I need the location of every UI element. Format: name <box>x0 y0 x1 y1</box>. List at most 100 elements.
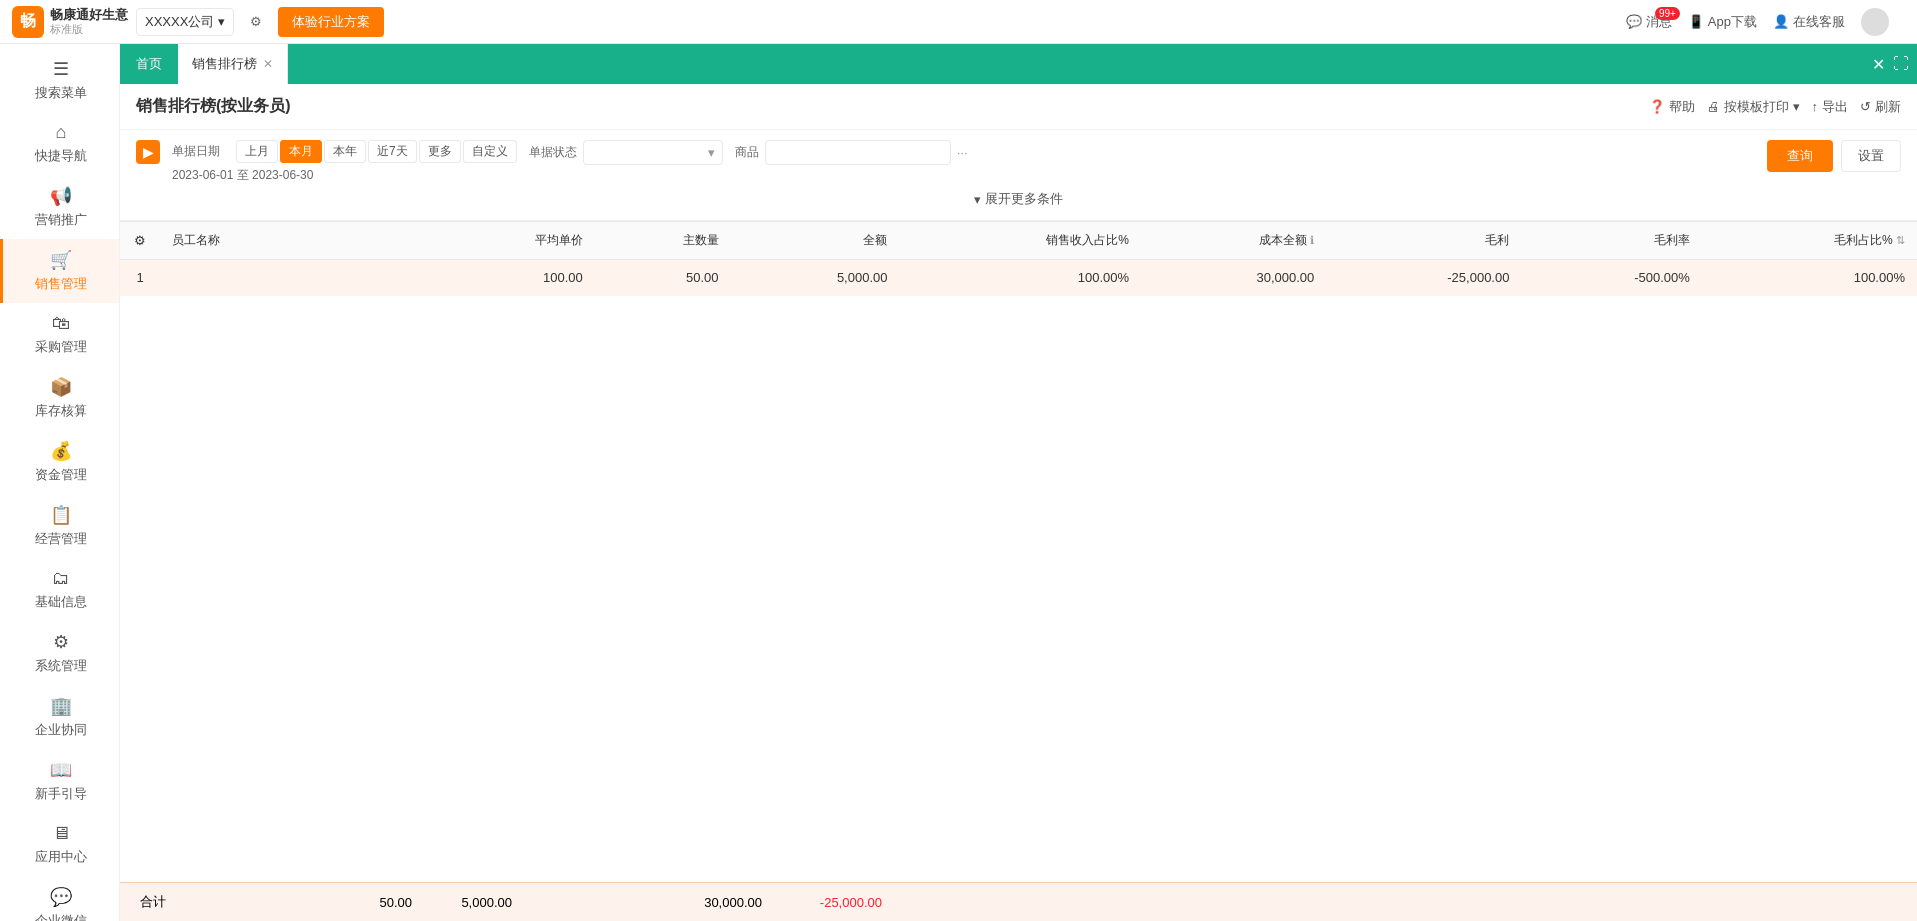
th-sales-pct: 销售收入占比% <box>899 222 1141 260</box>
page-title: 销售排行榜(按业务员) <box>136 96 291 117</box>
sidebar-label-operations: 经营管理 <box>35 530 87 548</box>
tab-home[interactable]: 首页 <box>120 44 178 84</box>
tab-close-icon[interactable]: ✕ <box>263 57 273 71</box>
data-table: ⚙ 员工名称 平均单价 主数量 全额 销售收入占比% 成本全额 ℹ 毛利 毛利率… <box>120 221 1917 296</box>
sidebar-item-sales[interactable]: 🛒 销售管理 <box>0 239 119 303</box>
date-label: 单据日期 <box>172 143 220 160</box>
cell-avg-price: 100.00 <box>432 260 595 296</box>
logo-text: 畅康通好生意 标准版 <box>50 7 128 36</box>
expand-arrow-icon: ▾ <box>974 192 981 207</box>
expand-more-button[interactable]: ▾ 展开更多条件 <box>136 184 1901 210</box>
company-selector[interactable]: XXXXX公司 ▾ <box>136 8 234 36</box>
export-button[interactable]: ↑ 导出 <box>1812 98 1849 116</box>
date-btn-7days[interactable]: 近7天 <box>368 140 417 163</box>
sidebar-label-enterprise: 企业协同 <box>35 721 87 739</box>
profit-sort-icon[interactable]: ⇅ <box>1896 234 1905 246</box>
sidebar-item-operations[interactable]: 📋 经营管理 <box>0 494 119 558</box>
sidebar-item-guide[interactable]: 📖 新手引导 <box>0 749 119 813</box>
settings-button[interactable]: 设置 <box>1841 140 1901 172</box>
system-icon: ⚙ <box>53 631 69 653</box>
table-header-row: ⚙ 员工名称 平均单价 主数量 全额 销售收入占比% 成本全额 ℹ 毛利 毛利率… <box>120 222 1917 260</box>
date-btn-last-month[interactable]: 上月 <box>236 140 278 163</box>
message-icon: 💬 <box>1626 14 1642 29</box>
expand-more-label: 展开更多条件 <box>985 190 1063 208</box>
basic-info-icon: 🗂 <box>52 568 70 589</box>
help-label: 帮助 <box>1669 98 1695 116</box>
marketing-icon: 📢 <box>50 185 72 207</box>
sidebar-item-wechat[interactable]: 💬 企业微信 <box>0 876 119 921</box>
help-icon: ❓ <box>1649 99 1665 114</box>
tab-fullscreen-icon[interactable]: ⛶ <box>1893 55 1909 73</box>
tab-sales-ranking[interactable]: 销售排行榜 ✕ <box>178 44 288 84</box>
refresh-button[interactable]: ↺ 刷新 <box>1860 98 1901 116</box>
total-label: 合计 <box>132 893 332 911</box>
goods-input[interactable] <box>765 140 951 165</box>
sidebar-label-basic-info: 基础信息 <box>35 593 87 611</box>
top-bar: 畅 畅康通好生意 标准版 XXXXX公司 ▾ ⚙ 体验行业方案 💬 消息 99+… <box>0 0 1917 44</box>
filter-toggle-icon[interactable]: ▶ <box>136 140 160 164</box>
sidebar-item-marketing[interactable]: 📢 营销推广 <box>0 175 119 239</box>
main-layout: ☰ 搜索菜单 ⌂ 快捷导航 📢 营销推广 🛒 销售管理 🛍 采购管理 📦 库存核… <box>0 44 1917 921</box>
sidebar-label-wechat: 企业微信 <box>35 912 87 921</box>
status-label: 单据状态 <box>529 144 577 161</box>
try-industry-button[interactable]: 体验行业方案 <box>278 7 384 37</box>
message-badge: 99+ <box>1655 7 1680 20</box>
operations-icon: 📋 <box>50 504 72 526</box>
sidebar-item-system[interactable]: ⚙ 系统管理 <box>0 621 119 685</box>
cell-qty: 50.00 <box>595 260 731 296</box>
sidebar-item-app-center[interactable]: 🖥 应用中心 <box>0 813 119 876</box>
table-footer: 合计 50.00 5,000.00 30,000.00 -25,000.00 <box>120 882 1917 921</box>
filter-right-actions: 查询 设置 <box>1767 140 1901 172</box>
table-settings-icon[interactable]: ⚙ <box>134 233 146 248</box>
tab-bar-right: ✕ ⛶ <box>1872 55 1917 74</box>
status-select[interactable] <box>583 140 723 165</box>
date-btn-this-year[interactable]: 本年 <box>324 140 366 163</box>
table-body: 1 100.00 50.00 5,000.00 100.00% 30,000.0… <box>120 260 1917 296</box>
tab-close-window-icon[interactable]: ✕ <box>1872 55 1885 74</box>
inventory-icon: 📦 <box>50 376 72 398</box>
sidebar-label-guide: 新手引导 <box>35 785 87 803</box>
logo-area: 畅 畅康通好生意 标准版 <box>12 6 128 38</box>
sidebar-item-search-order[interactable]: ☰ 搜索菜单 <box>0 48 119 112</box>
settings-icon[interactable]: ⚙ <box>242 8 270 36</box>
print-icon: 🖨 <box>1707 99 1720 114</box>
sidebar-label-sales: 销售管理 <box>35 275 87 293</box>
sidebar-item-finance[interactable]: 💰 资金管理 <box>0 430 119 494</box>
app-center-icon: 🖥 <box>52 823 70 844</box>
th-margin: 毛利率 <box>1521 222 1701 260</box>
goods-more-icon[interactable]: ··· <box>957 145 968 160</box>
th-amount: 全额 <box>731 222 900 260</box>
th-name: 员工名称 <box>160 222 432 260</box>
print-button[interactable]: 🖨 按模板打印 ▾ <box>1707 98 1800 116</box>
app-download-button[interactable]: 📱 App下载 <box>1688 13 1757 31</box>
cell-rank: 1 <box>120 260 160 296</box>
top-bar-left: 畅 畅康通好生意 标准版 XXXXX公司 ▾ ⚙ 体验行业方案 <box>12 6 384 38</box>
cell-profit-pct: 100.00% <box>1702 260 1917 296</box>
sidebar-item-inventory[interactable]: 📦 库存核算 <box>0 366 119 430</box>
cost-info-icon[interactable]: ℹ <box>1310 234 1314 246</box>
sidebar-item-basic-info[interactable]: 🗂 基础信息 <box>0 558 119 621</box>
sidebar-label-quick-nav: 快捷导航 <box>35 147 87 165</box>
sidebar-item-enterprise[interactable]: 🏢 企业协同 <box>0 685 119 749</box>
date-btn-this-month[interactable]: 本月 <box>280 140 322 163</box>
date-btn-group: 上月 本月 本年 近7天 更多 自定义 <box>236 140 517 163</box>
online-service-button[interactable]: 👤 在线客服 <box>1773 13 1845 31</box>
print-arrow-icon: ▾ <box>1793 99 1800 114</box>
avatar[interactable] <box>1861 8 1889 36</box>
sidebar-item-quick-nav[interactable]: ⌂ 快捷导航 <box>0 112 119 175</box>
sidebar-item-purchase[interactable]: 🛍 采购管理 <box>0 303 119 366</box>
app-label: App下载 <box>1708 13 1757 31</box>
sidebar-label-finance: 资金管理 <box>35 466 87 484</box>
message-button[interactable]: 💬 消息 99+ <box>1626 13 1672 31</box>
date-range: 2023-06-01 至 2023-06-30 <box>172 167 517 184</box>
tab-sales-ranking-label: 销售排行榜 <box>192 55 257 73</box>
page-header: 销售排行榜(按业务员) ❓ 帮助 🖨 按模板打印 ▾ ↑ 导出 ↺ 刷新 <box>120 84 1917 130</box>
date-btn-more[interactable]: 更多 <box>419 140 461 163</box>
query-button[interactable]: 查询 <box>1767 140 1833 172</box>
wechat-icon: 💬 <box>50 886 72 908</box>
help-button[interactable]: ❓ 帮助 <box>1649 98 1695 116</box>
sidebar: ☰ 搜索菜单 ⌂ 快捷导航 📢 营销推广 🛒 销售管理 🛍 采购管理 📦 库存核… <box>0 44 120 921</box>
date-btn-custom[interactable]: 自定义 <box>463 140 517 163</box>
top-bar-right: 💬 消息 99+ 📱 App下载 👤 在线客服 <box>1626 8 1905 36</box>
filter-area: ▶ 单据日期 上月 本月 本年 近7天 更多 自定义 <box>120 130 1917 221</box>
